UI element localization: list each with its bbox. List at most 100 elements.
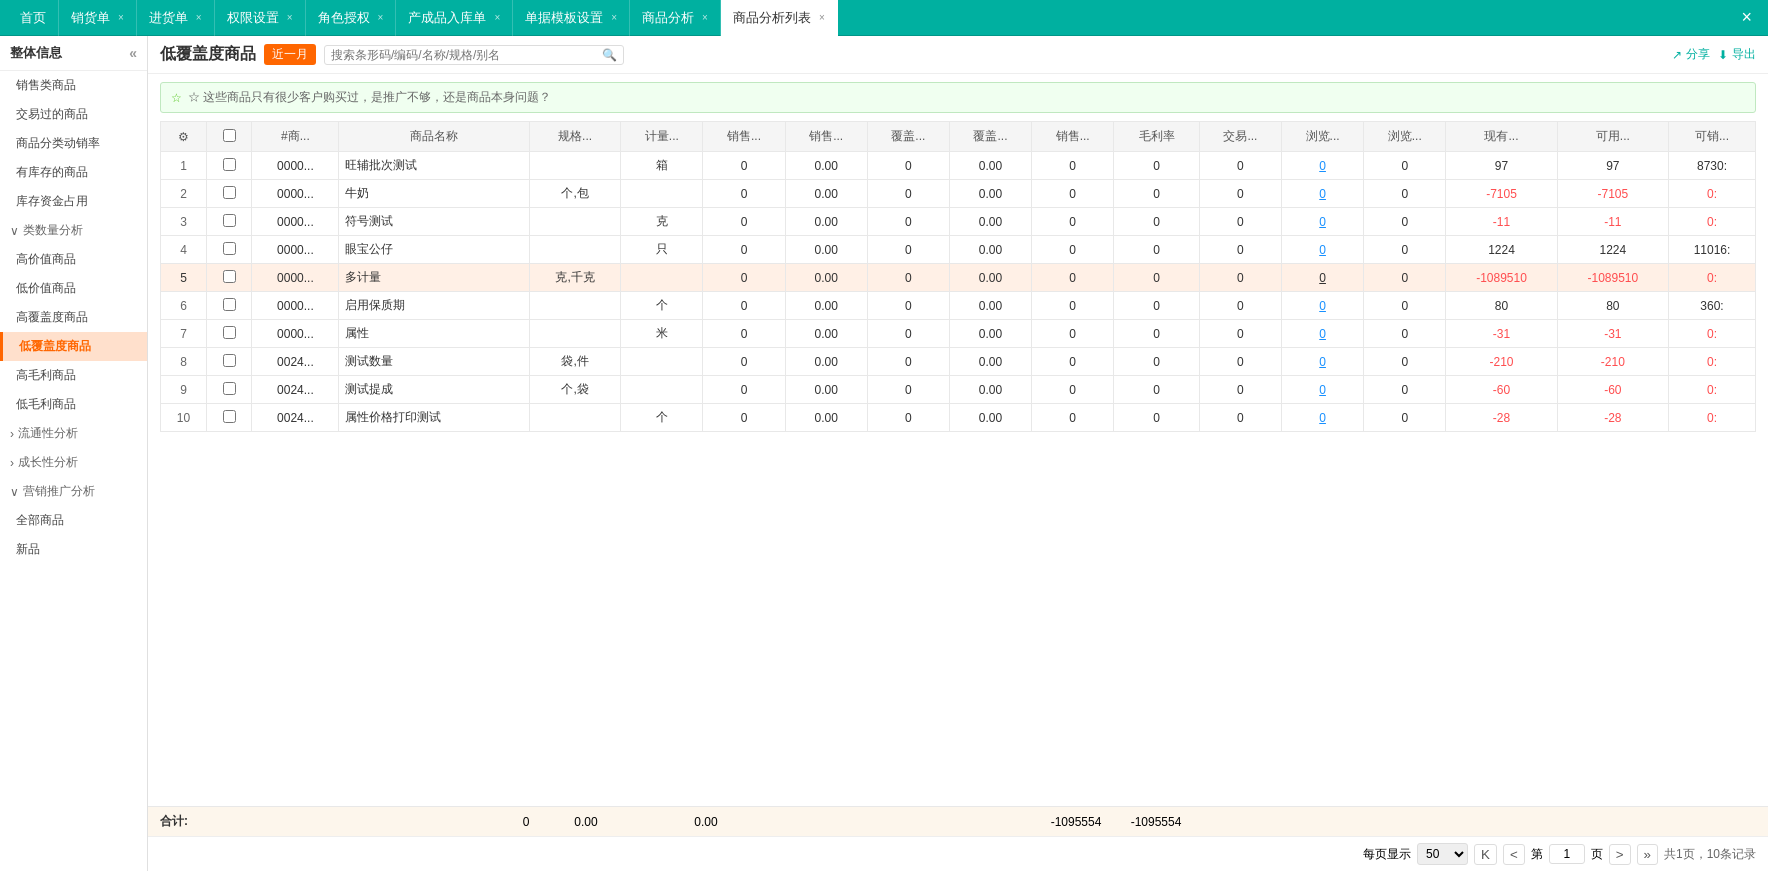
row-checkbox[interactable] (223, 354, 236, 367)
table-cell: 0000... (252, 152, 339, 180)
sidebar-item-stock-goods[interactable]: 有库存的商品 (0, 158, 147, 187)
table-cell: 0 (1364, 404, 1446, 432)
table-cell: 0 (1032, 348, 1114, 376)
sidebar-item-traded-goods[interactable]: 交易过的商品 (0, 100, 147, 129)
th-browse1[interactable]: 浏览... (1282, 122, 1364, 152)
row-checkbox[interactable] (223, 270, 236, 283)
time-filter-button[interactable]: 近一月 (264, 44, 316, 65)
table-cell: 个,包 (529, 180, 620, 208)
sidebar-item-low-coverage[interactable]: 低覆盖度商品 (0, 332, 147, 361)
nav-tab-analysis[interactable]: 商品分析 × (630, 0, 721, 36)
sidebar-item-high-coverage[interactable]: 高覆盖度商品 (0, 303, 147, 332)
sidebar-item-low-profit[interactable]: 低毛利商品 (0, 390, 147, 419)
table-cell: 80 (1446, 292, 1557, 320)
th-avail[interactable]: 可用... (1557, 122, 1668, 152)
close-icon[interactable]: × (287, 12, 293, 23)
table-cell: 0 (1032, 236, 1114, 264)
row-checkbox[interactable] (223, 326, 236, 339)
nav-tab-analysis-list[interactable]: 商品分析列表 × (721, 0, 838, 36)
close-icon[interactable]: × (378, 12, 384, 23)
row-checkbox[interactable] (223, 158, 236, 171)
close-icon[interactable]: × (494, 12, 500, 23)
sidebar-group-flow-analysis[interactable]: › 流通性分析 (0, 419, 147, 448)
nav-tab-template[interactable]: 单据模板设置 × (513, 0, 630, 36)
search-input[interactable] (331, 48, 598, 62)
sidebar-item-capital[interactable]: 库存资金占用 (0, 187, 147, 216)
table-cell[interactable]: 0 (1282, 320, 1364, 348)
select-all-checkbox[interactable] (223, 129, 236, 142)
th-unit[interactable]: 计量... (621, 122, 703, 152)
th-name[interactable]: 商品名称 (339, 122, 529, 152)
search-icon[interactable]: 🔍 (602, 48, 617, 62)
th-s2[interactable]: 销售... (785, 122, 867, 152)
row-checkbox[interactable] (223, 382, 236, 395)
table-cell[interactable]: 0 (1282, 236, 1364, 264)
sidebar-item-high-profit[interactable]: 高毛利商品 (0, 361, 147, 390)
row-checkbox[interactable] (223, 410, 236, 423)
nav-tab-roles[interactable]: 角色授权 × (306, 0, 397, 36)
sidebar-group-marketing-analysis[interactable]: ∨ 营销推广分析 (0, 477, 147, 506)
close-icon[interactable]: × (196, 12, 202, 23)
export-button[interactable]: ⬇ 导出 (1718, 46, 1756, 63)
sidebar-item-high-value[interactable]: 高价值商品 (0, 245, 147, 274)
close-icon[interactable]: × (118, 12, 124, 23)
th-sellable[interactable]: 可销... (1669, 122, 1756, 152)
row-checkbox[interactable] (223, 214, 236, 227)
sidebar-item-goods-rate[interactable]: 商品分类动销率 (0, 129, 147, 158)
sidebar-item-new-goods[interactable]: 新品 (0, 535, 147, 564)
nav-tab-permissions[interactable]: 权限设置 × (215, 0, 306, 36)
search-box: 🔍 (324, 45, 624, 65)
table-cell[interactable]: 0 (1282, 264, 1364, 292)
next-page-button[interactable]: > (1609, 844, 1631, 865)
table-cell[interactable]: 0 (1282, 208, 1364, 236)
close-all-button[interactable]: × (1733, 7, 1760, 28)
sidebar-item-low-value[interactable]: 低价值商品 (0, 274, 147, 303)
sidebar-group-growth-analysis[interactable]: › 成长性分析 (0, 448, 147, 477)
table-cell (621, 264, 703, 292)
prev-page-button[interactable]: < (1503, 844, 1525, 865)
nav-tab-home[interactable]: 首页 (8, 0, 59, 36)
nav-tab-purchase[interactable]: 进货单 × (137, 0, 215, 36)
table-cell[interactable]: 0 (1282, 404, 1364, 432)
share-button[interactable]: ↗ 分享 (1672, 46, 1710, 63)
page-size-select[interactable]: 50 100 200 (1417, 843, 1468, 865)
last-page-button[interactable]: » (1637, 844, 1658, 865)
nav-tab-sales[interactable]: 销货单 × (59, 0, 137, 36)
close-icon[interactable]: × (611, 12, 617, 23)
row-checkbox[interactable] (223, 186, 236, 199)
th-spec[interactable]: 规格... (529, 122, 620, 152)
table-cell[interactable]: 0 (1282, 348, 1364, 376)
table-cell: -210 (1557, 348, 1668, 376)
table-cell[interactable]: 0 (1282, 180, 1364, 208)
sidebar-item-sales-goods[interactable]: 销售类商品 (0, 71, 147, 100)
sidebar: 整体信息 « 销售类商品 交易过的商品 商品分类动销率 有库存的商品 库存资金占… (0, 36, 148, 871)
th-c2[interactable]: 覆盖... (949, 122, 1031, 152)
th-c1[interactable]: 覆盖... (867, 122, 949, 152)
th-stock[interactable]: 现有... (1446, 122, 1557, 152)
th-browse2[interactable]: 浏览... (1364, 122, 1446, 152)
th-s1[interactable]: 销售... (703, 122, 785, 152)
table-cell[interactable]: 0 (1282, 376, 1364, 404)
close-icon[interactable]: × (702, 12, 708, 23)
th-s3[interactable]: 销售... (1032, 122, 1114, 152)
row-checkbox[interactable] (223, 242, 236, 255)
table-cell[interactable]: 0 (1282, 152, 1364, 180)
page-number-input[interactable] (1549, 844, 1585, 864)
th-tx[interactable]: 交易... (1199, 122, 1281, 152)
table-row: 40000...眼宝公仔只00.0000.0000000122412241101… (161, 236, 1756, 264)
table-cell: 启用保质期 (339, 292, 529, 320)
table-cell[interactable]: 0 (1282, 292, 1364, 320)
th-code[interactable]: #商... (252, 122, 339, 152)
nav-tab-products[interactable]: 产成品入库单 × (396, 0, 513, 36)
row-checkbox[interactable] (223, 298, 236, 311)
th-gross[interactable]: 毛利率 (1114, 122, 1200, 152)
sidebar-item-all-goods[interactable]: 全部商品 (0, 506, 147, 535)
th-settings[interactable]: ⚙ (161, 122, 207, 152)
th-checkbox[interactable] (207, 122, 252, 152)
table-cell: 8 (161, 348, 207, 376)
table-cell: 0 (1114, 208, 1200, 236)
sidebar-collapse-button[interactable]: « (129, 45, 137, 61)
first-page-button[interactable]: K (1474, 844, 1497, 865)
close-icon[interactable]: × (819, 12, 825, 23)
sidebar-group-qty-analysis[interactable]: ∨ 类数量分析 (0, 216, 147, 245)
